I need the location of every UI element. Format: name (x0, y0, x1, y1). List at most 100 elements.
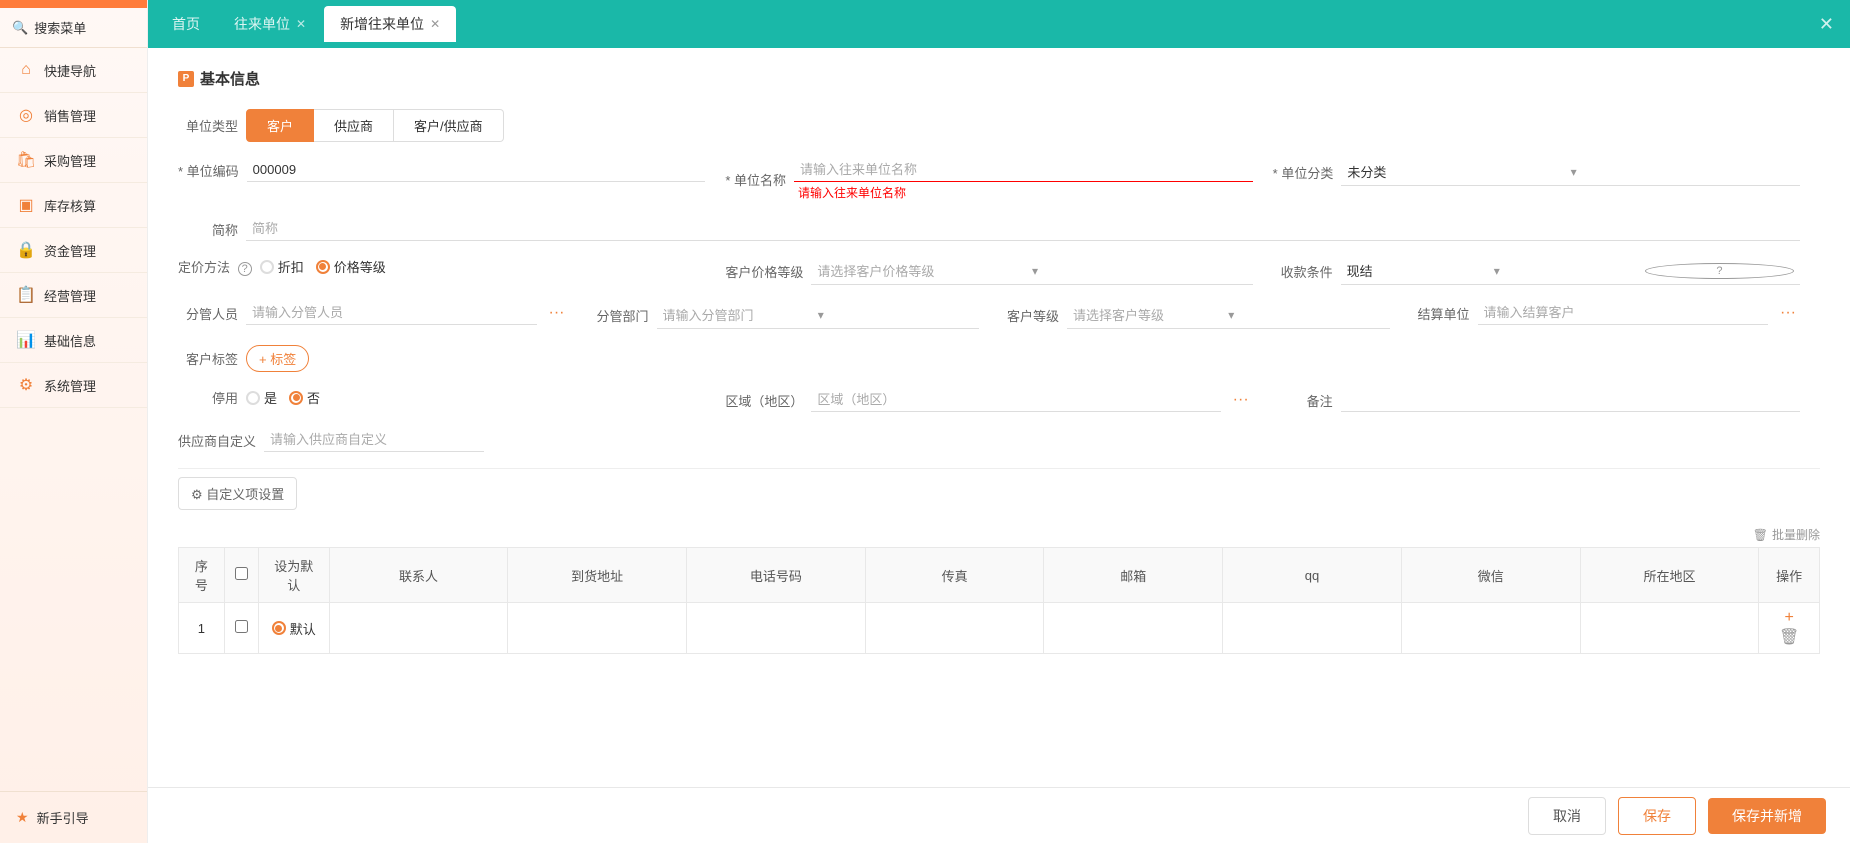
table-toolbar: 🗑 批量删除 (178, 526, 1820, 543)
unit-name-input[interactable] (794, 158, 1253, 182)
region-more-btn[interactable]: ··· (1229, 391, 1253, 409)
custom-settings-btn[interactable]: ⚙ 自定义项设置 (178, 477, 297, 510)
region-table-input[interactable] (1589, 621, 1751, 636)
wechat-input[interactable] (1410, 621, 1572, 636)
row-tags: 客户标签 + 标签 (178, 345, 1820, 372)
tab-label-home: 首页 (172, 14, 200, 34)
department-label: 分管部门 (589, 306, 649, 325)
sales-label: 销售管理 (44, 106, 96, 125)
col-default: 设为默认 (258, 548, 329, 603)
cancel-button[interactable]: 取消 (1528, 797, 1606, 835)
cell-email[interactable] (1044, 603, 1223, 654)
address-input[interactable] (516, 621, 678, 636)
radio-no-label: 否 (307, 388, 320, 407)
type-supplier-btn[interactable]: 供应商 (314, 109, 394, 142)
manager-more-btn[interactable]: ··· (545, 304, 569, 322)
radio-grade[interactable]: 价格等级 (316, 257, 386, 276)
row-default-radio[interactable]: 默认 (267, 619, 321, 638)
tab-home[interactable]: 首页 (156, 6, 216, 42)
email-input[interactable] (1052, 621, 1214, 636)
unit-code-input[interactable] (247, 158, 706, 182)
sidebar-search[interactable]: 🔍 搜索菜单 (0, 8, 147, 48)
sidebar-item-guide[interactable]: ★ 新手引导 (0, 800, 147, 835)
col-phone: 电话号码 (687, 548, 866, 603)
save-button[interactable]: 保存 (1618, 797, 1696, 835)
sidebar-item-quick-nav[interactable]: ⌂ 快捷导航 (0, 48, 147, 93)
cell-qq[interactable] (1223, 603, 1402, 654)
department-placeholder: 请输入分管部门 (663, 305, 818, 324)
cell-contact[interactable] (329, 603, 508, 654)
col-region: 所在地区 (1580, 548, 1759, 603)
sidebar-item-purchase[interactable]: 🛍 采购管理 (0, 138, 147, 183)
fax-input[interactable] (874, 621, 1036, 636)
pricing-question[interactable]: ? (238, 262, 252, 276)
batch-delete-btn[interactable]: 🗑 批量删除 (1753, 526, 1820, 543)
supplier-custom-field: 供应商自定义 (178, 428, 1820, 452)
add-tag-btn[interactable]: + 标签 (246, 345, 309, 372)
settlement-more-btn[interactable]: ··· (1776, 304, 1800, 322)
manager-input[interactable] (246, 301, 537, 325)
sidebar-item-basic[interactable]: 📊 基础信息 (0, 318, 147, 363)
sidebar: 🔍 搜索菜单 ⌂ 快捷导航 ◎ 销售管理 🛍 采购管理 ▣ 库存核算 🔒 资金管… (0, 0, 148, 843)
alias-input[interactable] (246, 217, 1800, 241)
type-both-btn[interactable]: 客户/供应商 (394, 109, 504, 142)
payment-terms-question[interactable]: ? (1645, 263, 1794, 279)
department-select[interactable]: 请输入分管部门 ▾ (657, 301, 980, 329)
unit-category-select[interactable]: 未分类 ▾ (1341, 158, 1800, 186)
region-input[interactable] (811, 388, 1220, 412)
search-icon: 🔍 (12, 20, 28, 36)
sidebar-top-bar (0, 0, 147, 8)
cell-address[interactable] (508, 603, 687, 654)
sidebar-item-sales[interactable]: ◎ 销售管理 (0, 93, 147, 138)
cell-phone[interactable] (687, 603, 866, 654)
radio-yes[interactable]: 是 (246, 388, 277, 407)
tab-close-new-contact[interactable]: ✕ (430, 18, 440, 30)
inventory-label: 库存核算 (44, 196, 96, 215)
sidebar-item-operations[interactable]: 📋 经营管理 (0, 273, 147, 318)
unit-category-field: * 单位分类 未分类 ▾ (1273, 158, 1820, 186)
sidebar-search-label: 搜索菜单 (34, 18, 86, 37)
remark-input[interactable] (1341, 388, 1800, 412)
payment-terms-select[interactable]: 现结 ▾ ? (1341, 257, 1800, 285)
unit-category-label: * 单位分类 (1273, 163, 1334, 182)
type-customer-btn[interactable]: 客户 (246, 109, 314, 142)
unit-type-buttons: 客户 供应商 客户/供应商 (246, 109, 504, 142)
settlement-unit-label: 结算单位 (1410, 304, 1470, 323)
sidebar-item-system[interactable]: ⚙ 系统管理 (0, 363, 147, 408)
settlement-unit-input[interactable] (1478, 301, 1769, 325)
close-all-tabs[interactable]: ✕ (1811, 10, 1842, 39)
row-checkbox[interactable] (235, 620, 248, 633)
supplier-custom-input[interactable] (264, 428, 484, 452)
radio-discount[interactable]: 折扣 (260, 257, 304, 276)
add-row-btn[interactable]: + (1782, 609, 1797, 627)
customer-price-level-select[interactable]: 请选择客户价格等级 ▾ (811, 257, 1252, 285)
sidebar-item-finance[interactable]: 🔒 资金管理 (0, 228, 147, 273)
cell-wechat[interactable] (1401, 603, 1580, 654)
tab-label-contacts: 往来单位 (234, 14, 290, 34)
system-label: 系统管理 (44, 376, 96, 395)
delete-row-btn[interactable]: 🗑 (1776, 627, 1802, 647)
batch-delete-icon: 🗑 (1753, 528, 1768, 542)
select-all-checkbox[interactable] (235, 567, 248, 580)
cell-fax[interactable] (865, 603, 1044, 654)
region-label: 区域（地区） (725, 391, 803, 410)
row-codes: * 单位编码 * 单位名称 请输入往来单位名称 * 单位分类 未分类 ▾ (178, 158, 1820, 201)
col-email: 邮箱 (1044, 548, 1223, 603)
phone-input[interactable] (695, 621, 857, 636)
contact-input[interactable] (338, 621, 500, 636)
cell-region[interactable] (1580, 603, 1759, 654)
save-new-button[interactable]: 保存并新增 (1708, 798, 1826, 834)
customer-level-select[interactable]: 请选择客户等级 ▾ (1067, 301, 1390, 329)
purchase-label: 采购管理 (44, 151, 96, 170)
tab-new-contact[interactable]: 新增往来单位✕ (324, 6, 456, 42)
sidebar-item-inventory[interactable]: ▣ 库存核算 (0, 183, 147, 228)
customer-level-field: 客户等级 请选择客户等级 ▾ (999, 301, 1410, 329)
qq-input[interactable] (1231, 621, 1393, 636)
guide-icon: ★ (16, 809, 29, 826)
unit-category-value: 未分类 (1347, 162, 1570, 181)
operations-icon: 📋 (16, 285, 36, 305)
cell-seq: 1 (179, 603, 225, 654)
radio-no[interactable]: 否 (289, 388, 320, 407)
tab-close-contacts[interactable]: ✕ (296, 18, 306, 30)
tab-contacts[interactable]: 往来单位 ✕ (218, 6, 322, 42)
